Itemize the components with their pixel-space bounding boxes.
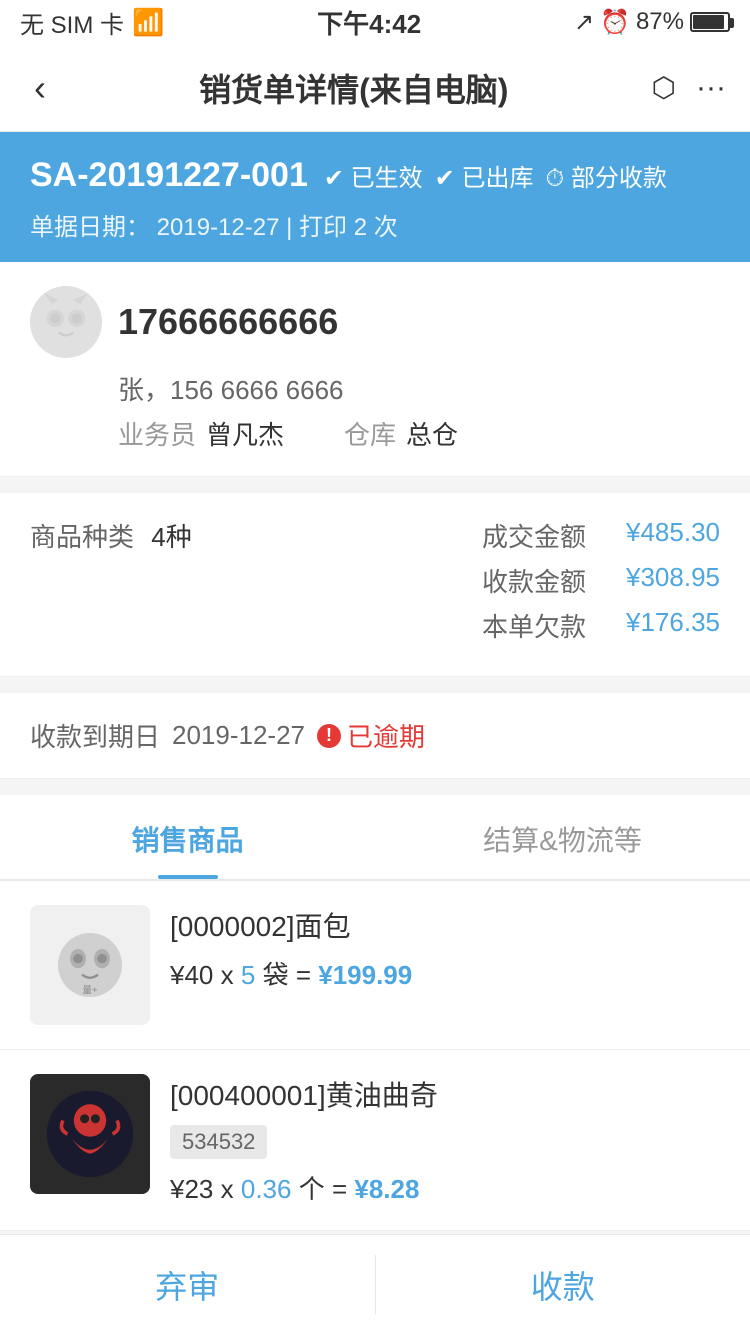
received-value: ¥308.95 bbox=[626, 562, 720, 599]
amount-value: ¥485.30 bbox=[626, 517, 720, 554]
status-badges: ✔ 已生效 ✔ 已出库 ⏱ 部分收款 bbox=[324, 158, 667, 193]
tabs-section: 销售商品 结算&物流等 bbox=[0, 795, 750, 881]
category-label: 商品种类 bbox=[30, 522, 134, 552]
qty-1: 5 bbox=[241, 960, 255, 990]
print-label: 打印 bbox=[299, 214, 347, 241]
received-line: 收款金额 ¥308.95 bbox=[482, 562, 720, 599]
location-icon: ↗ bbox=[574, 8, 594, 37]
badge-shipped: ✔ 已出库 bbox=[435, 158, 534, 193]
x-symbol-1: x bbox=[221, 960, 241, 990]
stats-right: 成交金额 ¥485.30 收款金额 ¥308.95 本单欠款 ¥176.35 bbox=[482, 517, 720, 652]
badge-active: ✔ 已生效 bbox=[324, 158, 423, 193]
product-thumb-icon-1: 量+ bbox=[50, 925, 130, 1005]
product-info-2: [000400001]黄油曲奇 534532 ¥23 x 0.36 个 = ¥8… bbox=[170, 1074, 720, 1206]
price-2: ¥23 bbox=[170, 1174, 213, 1204]
nav-actions: ⬡ ··· bbox=[652, 71, 726, 105]
total-1: ¥199.99 bbox=[318, 960, 412, 990]
confirm-button[interactable]: 收款 bbox=[376, 1235, 750, 1334]
bottom-bar: 弃审 收款 bbox=[0, 1234, 750, 1334]
tab-settlement[interactable]: 结算&物流等 bbox=[375, 795, 750, 879]
order-header: SA-20191227-001 ✔ 已生效 ✔ 已出库 ⏱ 部分收款 单据日期：… bbox=[0, 132, 750, 262]
overdue-text: 已逾期 bbox=[347, 717, 425, 754]
print-unit: 次 bbox=[374, 214, 398, 241]
list-item: [000400001]黄油曲奇 534532 ¥23 x 0.36 个 = ¥8… bbox=[0, 1050, 750, 1231]
product-price-2: ¥23 x 0.36 个 = ¥8.28 bbox=[170, 1169, 720, 1206]
date-label: 单据日期： bbox=[30, 214, 150, 241]
tab-sales[interactable]: 销售商品 bbox=[0, 795, 375, 879]
cancel-button[interactable]: 弃审 bbox=[0, 1235, 375, 1334]
date-value: 2019-12-27 bbox=[157, 214, 280, 241]
product-thumbnail-1: 量+ bbox=[30, 905, 150, 1025]
warehouse-label: 仓库 bbox=[344, 415, 396, 452]
list-item: 量+ [0000002]面包 ¥40 x 5 袋 = ¥199.99 bbox=[0, 881, 750, 1050]
customer-phone: 17666666666 bbox=[118, 301, 338, 343]
sep-1: = bbox=[296, 960, 318, 990]
status-carrier: 无 SIM 卡 📶 bbox=[20, 5, 164, 40]
sep-2: = bbox=[332, 1174, 354, 1204]
product-thumbnail-2 bbox=[30, 1074, 150, 1194]
meta-separator: | bbox=[286, 214, 299, 241]
product-sku-2: 534532 bbox=[170, 1125, 267, 1159]
due-label: 收款到期日 bbox=[30, 717, 160, 754]
battery-icon bbox=[690, 12, 730, 32]
unit-1: 袋 bbox=[263, 960, 289, 990]
avatar-icon bbox=[30, 286, 102, 358]
owed-line: 本单欠款 ¥176.35 bbox=[482, 607, 720, 644]
battery-text: 87% bbox=[636, 8, 684, 36]
customer-section: 17666666666 张，156 6666 6666 业务员 曾凡杰 仓库 总… bbox=[0, 262, 750, 477]
stats-row: 商品种类 4种 成交金额 ¥485.30 收款金额 ¥308.95 本单欠款 ¥… bbox=[30, 517, 720, 652]
avatar bbox=[30, 286, 102, 358]
overdue-icon: ! bbox=[317, 724, 341, 748]
tab-settlement-label: 结算&物流等 bbox=[483, 825, 642, 856]
total-2: ¥8.28 bbox=[354, 1174, 419, 1204]
tabs-row: 销售商品 结算&物流等 bbox=[0, 795, 750, 879]
x-symbol-2: x bbox=[221, 1174, 241, 1204]
sales-person: 曾凡杰 bbox=[206, 415, 284, 452]
status-indicators: ↗ ⏰ 87% bbox=[574, 8, 730, 37]
price-1: ¥40 bbox=[170, 960, 213, 990]
category-count: 4种 bbox=[151, 522, 191, 552]
back-button[interactable]: ‹ bbox=[24, 57, 56, 119]
wifi-icon: 📶 bbox=[132, 7, 164, 38]
overdue-badge: ! 已逾期 bbox=[317, 717, 425, 754]
due-section: 收款到期日 2019-12-27 ! 已逾期 bbox=[0, 693, 750, 779]
amount-label: 成交金额 bbox=[482, 517, 586, 554]
status-time: 下午4:42 bbox=[317, 4, 421, 41]
badge-partial: ⏱ 部分收款 bbox=[545, 158, 666, 193]
svg-text:量+: 量+ bbox=[82, 985, 98, 996]
received-label: 收款金额 bbox=[482, 562, 586, 599]
product-price-1: ¥40 x 5 袋 = ¥199.99 bbox=[170, 955, 720, 992]
order-id: SA-20191227-001 bbox=[30, 156, 308, 195]
customer-info-row: 业务员 曾凡杰 仓库 总仓 bbox=[118, 415, 720, 452]
alarm-icon: ⏰ bbox=[600, 8, 630, 37]
owed-value: ¥176.35 bbox=[626, 607, 720, 644]
product-name-2: [000400001]黄油曲奇 bbox=[170, 1074, 720, 1114]
carrier-text: 无 SIM 卡 bbox=[20, 5, 124, 40]
warehouse-name: 总仓 bbox=[406, 415, 458, 452]
product-list: 量+ [0000002]面包 ¥40 x 5 袋 = ¥199.99 bbox=[0, 881, 750, 1231]
qty-2: 0.36 bbox=[241, 1174, 292, 1204]
stats-section: 商品种类 4种 成交金额 ¥485.30 收款金额 ¥308.95 本单欠款 ¥… bbox=[0, 493, 750, 677]
owed-label: 本单欠款 bbox=[482, 607, 586, 644]
unit-2: 个 bbox=[299, 1174, 325, 1204]
amount-line: 成交金额 ¥485.30 bbox=[482, 517, 720, 554]
more-icon[interactable]: ··· bbox=[696, 71, 726, 105]
product-name-1: [0000002]面包 bbox=[170, 905, 720, 945]
customer-row: 17666666666 bbox=[30, 286, 720, 358]
print-count-val: 2 bbox=[354, 214, 367, 241]
share-icon[interactable]: ⬡ bbox=[652, 71, 676, 104]
product-info-1: [0000002]面包 ¥40 x 5 袋 = ¥199.99 bbox=[170, 905, 720, 992]
nav-bar: ‹ 销货单详情(来自电脑) ⬡ ··· bbox=[0, 44, 750, 132]
status-bar: 无 SIM 卡 📶 下午4:42 ↗ ⏰ 87% bbox=[0, 0, 750, 44]
sales-label: 业务员 bbox=[118, 415, 196, 452]
stats-left: 商品种类 4种 bbox=[30, 517, 192, 554]
product-thumb-icon-2 bbox=[45, 1089, 135, 1179]
customer-detail: 张，156 6666 6666 bbox=[118, 370, 720, 407]
due-date: 2019-12-27 bbox=[172, 720, 305, 751]
tab-sales-label: 销售商品 bbox=[131, 825, 243, 856]
order-meta: 单据日期： 2019-12-27 | 打印 2 次 bbox=[30, 207, 720, 242]
page-title: 销货单详情(来自电脑) bbox=[199, 65, 508, 111]
